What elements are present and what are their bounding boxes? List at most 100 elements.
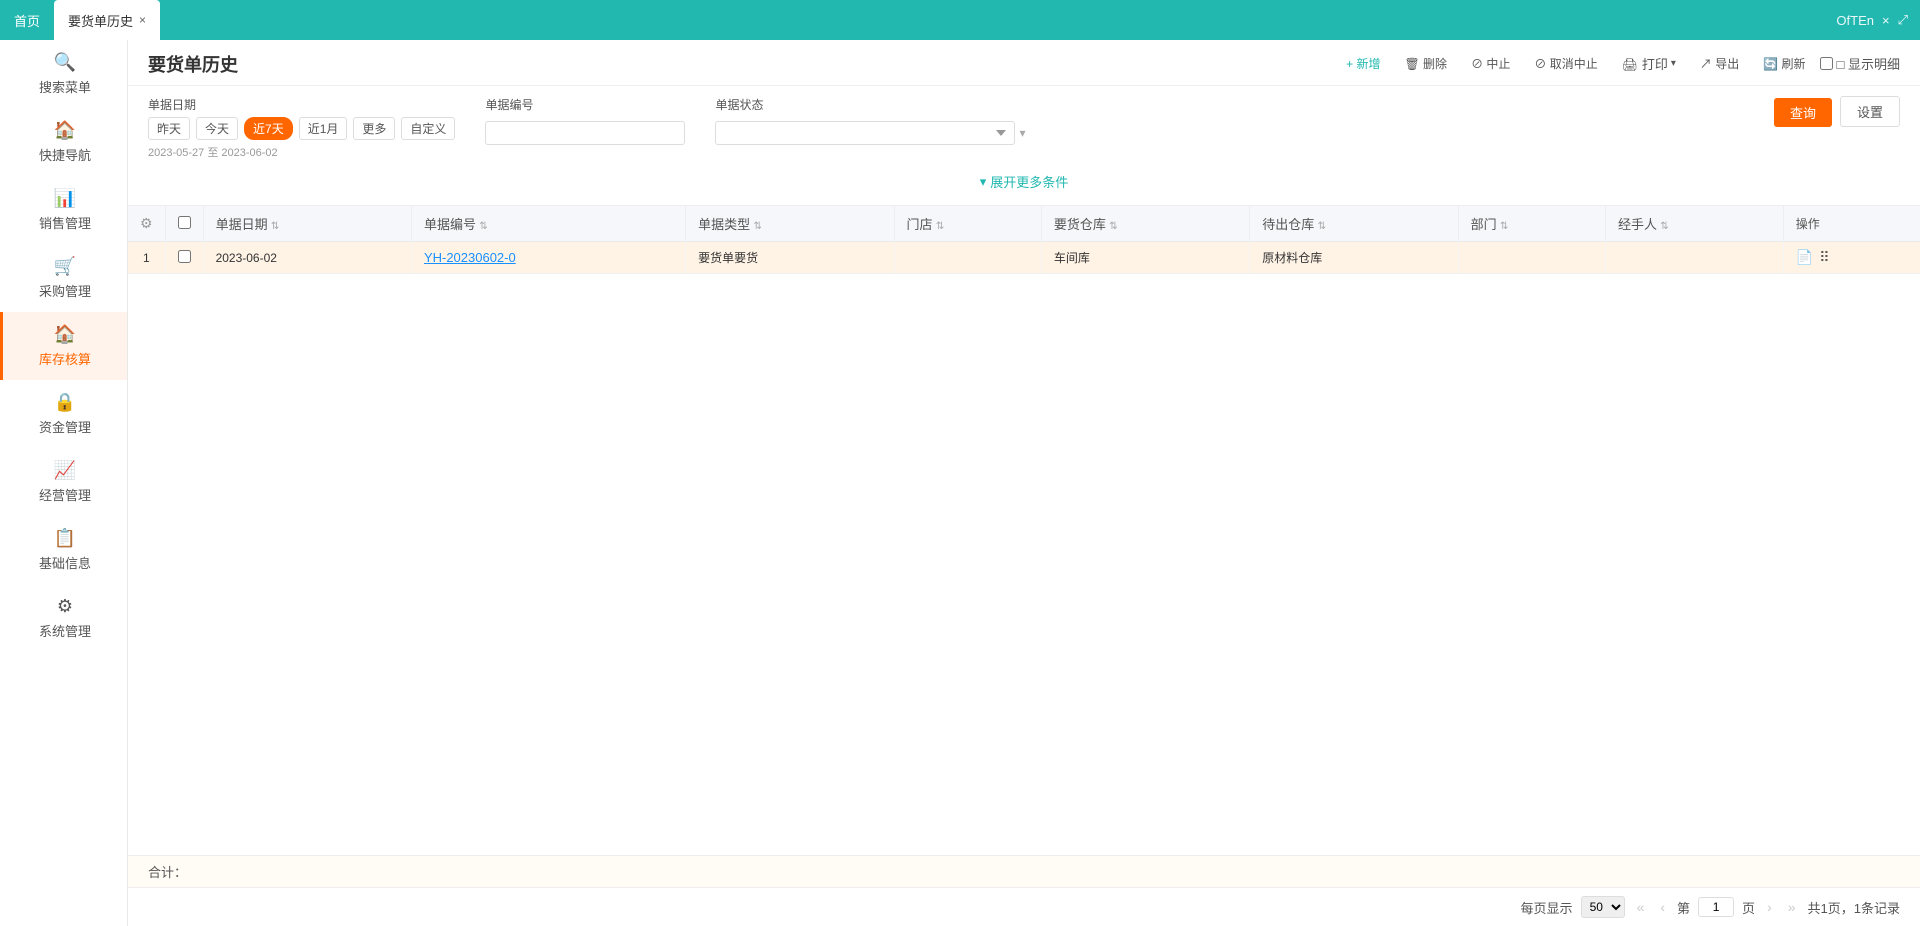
export-button[interactable]: ↗ 导出 <box>1690 51 1749 76</box>
sidebar-label-finance: 资金管理 <box>39 417 91 436</box>
filter-group-docno: 单据编号 <box>485 96 685 145</box>
main-layout: 🔍 搜索菜单 🏠 快捷导航 📊 销售管理 🛒 采购管理 🏠 库存核算 🔒 资金管… <box>0 40 1920 926</box>
docno-filter-input[interactable] <box>485 121 685 145</box>
edit-icon[interactable]: 📄 <box>1796 249 1813 266</box>
sidebar-item-system[interactable]: ⚙ 系统管理 <box>0 584 127 652</box>
cell-docno[interactable]: YH-20230602-0 <box>411 242 685 274</box>
sidebar: 🔍 搜索菜单 🏠 快捷导航 📊 销售管理 🛒 采购管理 🏠 库存核算 🔒 资金管… <box>0 40 128 926</box>
purchase-icon: 🛒 <box>54 256 76 277</box>
sidebar-label-purchase: 采购管理 <box>39 281 91 300</box>
reqwarehouse-sort-icon[interactable]: ⇅ <box>1109 221 1117 232</box>
date-range-display: 2023-05-27 至 2023-06-02 <box>148 144 455 160</box>
last-page-button[interactable]: » <box>1784 897 1800 917</box>
store-sort-icon[interactable]: ⇅ <box>936 221 944 232</box>
stop-button[interactable]: ⊘ 中止 <box>1461 51 1520 76</box>
display-detail-checkbox[interactable] <box>1820 57 1833 70</box>
filter-main-row: 单据日期 昨天 今天 近7天 近1月 更多 自定义 2023-05-27 至 2… <box>148 96 1900 160</box>
doctype-sort-icon[interactable]: ⇅ <box>754 221 762 232</box>
table-header-row: ⚙ 单据日期 ⇅ 单据编号 ⇅ <box>128 206 1920 242</box>
expand-arrow-icon: ▾ <box>980 174 987 190</box>
settings-button[interactable]: 设置 <box>1840 96 1900 127</box>
display-detail-toggle[interactable]: □ 显示明细 <box>1820 54 1900 73</box>
close-tab-icon[interactable]: × <box>139 13 146 27</box>
status-dropdown-icon: ▾ <box>1019 126 1025 140</box>
row-checkbox[interactable] <box>178 250 191 263</box>
date-btn-today[interactable]: 今天 <box>196 117 238 140</box>
top-bar-right: OfTEn × ⤢ <box>1836 12 1920 28</box>
filter-group-date: 单据日期 昨天 今天 近7天 近1月 更多 自定义 2023-05-27 至 2… <box>148 96 455 160</box>
th-checkbox[interactable] <box>165 206 203 242</box>
th-dept: 部门 ⇅ <box>1458 206 1605 242</box>
home-tab[interactable]: 首页 <box>0 0 54 40</box>
prev-page-button[interactable]: ‹ <box>1656 897 1669 917</box>
sidebar-item-search[interactable]: 🔍 搜索菜单 <box>0 40 127 108</box>
dept-sort-icon[interactable]: ⇅ <box>1500 221 1508 232</box>
data-table: ⚙ 单据日期 ⇅ 单据编号 ⇅ <box>128 206 1920 274</box>
print-button[interactable]: 🖨 打印 ▾ <box>1612 50 1686 77</box>
th-reqwarehouse: 要货仓库 ⇅ <box>1041 206 1249 242</box>
date-btn-yesterday[interactable]: 昨天 <box>148 117 190 140</box>
cell-doctype: 要货单要货 <box>686 242 894 274</box>
table-settings-icon[interactable]: ⚙ <box>140 215 153 231</box>
date-btn-more[interactable]: 更多 <box>353 117 395 140</box>
date-btn-1month[interactable]: 近1月 <box>299 117 348 140</box>
row-checkbox-cell[interactable] <box>165 242 203 274</box>
cell-pendwarehouse: 原材料仓库 <box>1250 242 1458 274</box>
docno-sort-icon[interactable]: ⇅ <box>479 221 487 232</box>
cancel-stop-button[interactable]: ⊘ 取消中止 <box>1524 51 1607 76</box>
sidebar-item-quicknav[interactable]: 🏠 快捷导航 <box>0 108 127 176</box>
sidebar-label-operations: 经营管理 <box>39 485 91 504</box>
sidebar-item-operations[interactable]: 📈 经营管理 <box>0 448 127 516</box>
pendwarehouse-sort-icon[interactable]: ⇅ <box>1318 221 1326 232</box>
handler-sort-icon[interactable]: ⇅ <box>1660 221 1668 232</box>
cell-handler <box>1605 242 1783 274</box>
more-icon[interactable]: ⠿ <box>1819 249 1829 266</box>
th-pendwarehouse: 待出仓库 ⇅ <box>1250 206 1458 242</box>
print-dropdown-icon[interactable]: ▾ <box>1671 58 1676 69</box>
date-btn-7days[interactable]: 近7天 <box>244 117 293 140</box>
th-date: 单据日期 ⇅ <box>203 206 411 242</box>
quicknav-icon: 🏠 <box>54 120 76 141</box>
docno-link[interactable]: YH-20230602-0 <box>424 250 516 265</box>
finance-icon: 🔒 <box>54 392 76 413</box>
sidebar-item-purchase[interactable]: 🛒 采购管理 <box>0 244 127 312</box>
sidebar-label-sales: 销售管理 <box>39 213 91 232</box>
date-btn-custom[interactable]: 自定义 <box>401 117 455 140</box>
active-tab[interactable]: 要货单历史 × <box>54 0 160 40</box>
date-sort-icon[interactable]: ⇅ <box>271 221 279 232</box>
cell-store <box>894 242 1041 274</box>
select-all-checkbox[interactable] <box>178 216 191 229</box>
page-number-input[interactable] <box>1698 897 1734 917</box>
sidebar-item-finance[interactable]: 🔒 资金管理 <box>0 380 127 448</box>
new-button[interactable]: + 新增 <box>1336 51 1390 76</box>
table-body: 1 2023-06-02 YH-20230602-0 要货单要货 车间库 原材料… <box>128 242 1920 274</box>
query-button[interactable]: 查询 <box>1774 98 1832 127</box>
expand-icon[interactable]: ⤢ <box>1898 12 1908 28</box>
page-title: 要货单历史 <box>148 51 238 85</box>
th-handler: 经手人 ⇅ <box>1605 206 1783 242</box>
system-icon: ⚙ <box>57 596 73 617</box>
expand-row: ▾ 展开更多条件 <box>148 168 1900 195</box>
page-size-label: 每页显示 <box>1521 898 1573 917</box>
close-window-icon[interactable]: × <box>1882 13 1890 28</box>
delete-button[interactable]: 🗑 删除 <box>1394 51 1457 76</box>
next-page-button[interactable]: › <box>1763 897 1776 917</box>
search-menu-icon: 🔍 <box>54 52 76 73</box>
refresh-button[interactable]: 🔄 刷新 <box>1753 51 1815 76</box>
th-doctype: 单据类型 ⇅ <box>686 206 894 242</box>
page-size-select[interactable]: 50 <box>1581 896 1625 918</box>
total-info: 共1页，1条记录 <box>1808 898 1900 917</box>
sidebar-item-basicinfo[interactable]: 📋 基础信息 <box>0 516 127 584</box>
pagination-bar: 每页显示 50 « ‹ 第 页 › » 共1页，1条记录 <box>128 887 1920 926</box>
docno-filter-label: 单据编号 <box>485 96 685 113</box>
top-bar: 首页 要货单历史 × OfTEn × ⤢ <box>0 0 1920 40</box>
first-page-button[interactable]: « <box>1633 897 1649 917</box>
sidebar-item-sales[interactable]: 📊 销售管理 <box>0 176 127 244</box>
status-filter-select[interactable] <box>715 121 1015 145</box>
table-area: ⚙ 单据日期 ⇅ 单据编号 ⇅ <box>128 206 1920 855</box>
status-filter-label: 单据状态 <box>715 96 1744 113</box>
expand-filter-button[interactable]: ▾ 展开更多条件 <box>980 168 1069 195</box>
filter-bar: 单据日期 昨天 今天 近7天 近1月 更多 自定义 2023-05-27 至 2… <box>128 86 1920 206</box>
th-settings[interactable]: ⚙ <box>128 206 165 242</box>
sidebar-item-inventory[interactable]: 🏠 库存核算 <box>0 312 127 380</box>
